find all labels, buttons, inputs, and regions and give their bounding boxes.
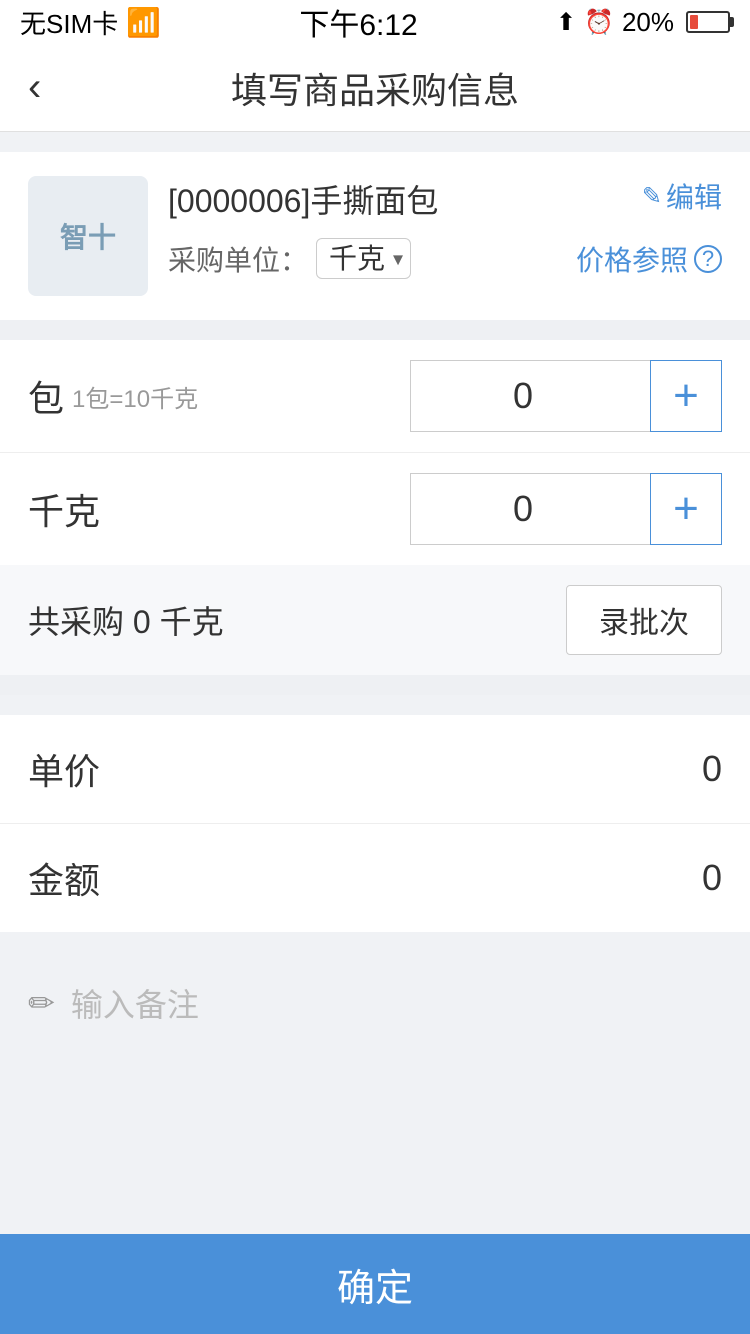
nav-bar: ‹ 填写商品采购信息 [0,44,750,132]
bag-plus-button[interactable]: + [650,360,722,432]
bag-sublabel: 1包=10千克 [72,379,198,414]
section-divider-1 [0,320,750,340]
summary-row: 共采购 0 千克 录批次 [0,565,750,675]
unit-select-wrap[interactable]: 千克 [316,238,411,279]
carrier-label: 无SIM卡 [20,4,118,41]
product-thumbnail: 智十 [28,176,148,296]
bag-label: 包 [28,370,64,422]
price-ref-button[interactable]: 价格参照 ? [576,239,722,279]
product-name: [0000006]手撕面包 [168,176,642,222]
amount-row: 金额 0 [0,824,750,932]
unit-price-row: 单价 0 [0,715,750,824]
wifi-icon: 📶 [126,6,161,39]
status-time: 下午6:12 [299,0,417,44]
remarks-section[interactable]: ✏ 输入备注 [0,952,750,1054]
battery-icon [686,11,730,33]
page-title: 填写商品采购信息 [231,62,519,114]
product-card: 智十 [0000006]手撕面包 ✎ 编辑 采购单位： 千克 价格参照 [0,152,750,320]
unit-row-left: 采购单位： 千克 [168,238,411,279]
unit-price-label: 单价 [28,743,100,795]
bag-input-right: + [410,360,722,432]
batch-button[interactable]: 录批次 [566,585,722,655]
price-ref-icon: ? [694,245,722,273]
bag-input-row: 包 1包=10千克 + [0,340,750,453]
remarks-placeholder: 输入备注 [71,980,199,1026]
back-button[interactable]: ‹ [28,65,41,110]
confirm-button-label: 确定 [337,1257,413,1312]
summary-text: 共采购 0 千克 [28,597,224,643]
section-divider-2 [0,675,750,695]
unit-select[interactable]: 千克 [316,238,411,279]
unit-price-value: 0 [702,748,722,790]
kg-input-row: 千克 + [0,453,750,565]
unit-label: 采购单位： [168,239,308,279]
confirm-button[interactable]: 确定 [0,1234,750,1334]
alarm-icon: ⏰ [584,8,614,37]
pencil-icon: ✏ [28,984,55,1022]
amount-label: 金额 [28,852,100,904]
product-header: [0000006]手撕面包 ✎ 编辑 [168,176,722,222]
status-bar: 无SIM卡 📶 下午6:12 ⬆ ⏰ 20% [0,0,750,44]
status-left: 无SIM卡 📶 [20,4,161,41]
location-icon: ⬆ [556,8,576,37]
product-info: [0000006]手撕面包 ✎ 编辑 采购单位： 千克 价格参照 ? [168,176,722,279]
product-unit-row: 采购单位： 千克 价格参照 ? [168,238,722,279]
edit-button[interactable]: ✎ 编辑 [642,176,722,216]
kg-input-right: + [410,473,722,545]
battery-percent: 20% [622,7,674,38]
kg-label: 千克 [28,483,100,535]
amount-value: 0 [702,857,722,899]
kg-plus-button[interactable]: + [650,473,722,545]
bag-quantity-input[interactable] [410,360,650,432]
edit-icon: ✎ [642,182,662,211]
pricing-section: 单价 0 金额 0 [0,715,750,932]
kg-quantity-input[interactable] [410,473,650,545]
input-section: 包 1包=10千克 + 千克 + [0,340,750,565]
status-right: ⬆ ⏰ 20% [556,7,730,38]
